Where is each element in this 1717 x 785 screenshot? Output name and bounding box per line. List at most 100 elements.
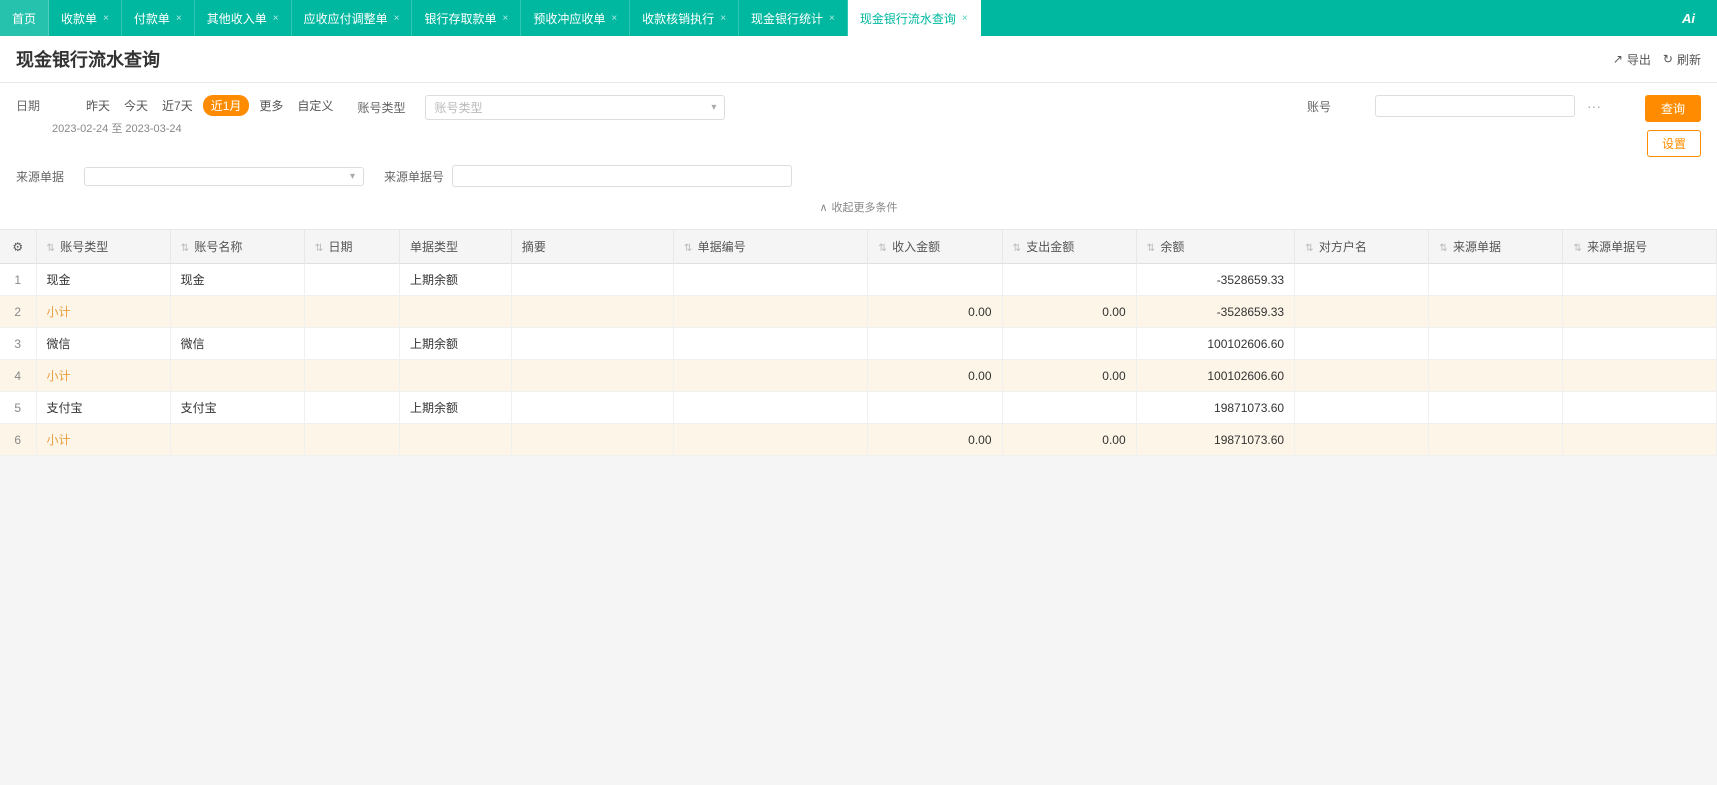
row-source-doc xyxy=(1429,360,1563,392)
row-date xyxy=(304,296,399,328)
row-doc-no xyxy=(673,296,868,328)
nav-tab-7[interactable]: 现金银行统计 × xyxy=(739,0,848,36)
nav-tab-1-close[interactable]: × xyxy=(176,13,182,24)
nav-tab-5[interactable]: 预收冲应收单 × xyxy=(521,0,630,36)
col-doc-type-label: 单据类型 xyxy=(410,240,458,254)
row-account-type: 小计 xyxy=(36,296,170,328)
sort-icon-3: ⇅ xyxy=(315,243,323,254)
row-expense xyxy=(1002,392,1136,424)
row-income xyxy=(868,392,1002,424)
subtotal-label: 小计 xyxy=(47,305,71,319)
row-num: 5 xyxy=(0,392,36,424)
sort-icon-9: ⇅ xyxy=(1305,243,1313,254)
nav-tab-7-close[interactable]: × xyxy=(829,13,835,24)
nav-tab-3-close[interactable]: × xyxy=(394,13,400,24)
col-balance-label: 余额 xyxy=(1160,240,1184,254)
row-account-type: 支付宝 xyxy=(36,392,170,424)
row-expense: 0.00 xyxy=(1002,360,1136,392)
row-doc-type: 上期余额 xyxy=(399,392,511,424)
nav-tab-1[interactable]: 付款单 × xyxy=(122,0,195,36)
col-source-doc[interactable]: ⇅ 来源单据 xyxy=(1429,230,1563,264)
gear-icon: ⚙ xyxy=(12,240,23,254)
col-gear[interactable]: ⚙ xyxy=(0,230,36,264)
nav-home[interactable]: 首页 xyxy=(0,0,49,36)
settings-button[interactable]: 设置 xyxy=(1647,130,1701,157)
col-date[interactable]: ⇅ 日期 xyxy=(304,230,399,264)
account-dots-icon[interactable]: ··· xyxy=(1587,98,1601,114)
col-summary[interactable]: 摘要 xyxy=(511,230,673,264)
nav-tab-2-close[interactable]: × xyxy=(273,13,279,24)
nav-tab-0[interactable]: 收款单 × xyxy=(49,0,122,36)
date-opt-today[interactable]: 今天 xyxy=(120,96,152,115)
nav-tab-8-close[interactable]: × xyxy=(962,13,968,24)
col-counterpart[interactable]: ⇅ 对方户名 xyxy=(1295,230,1429,264)
nav-tab-2[interactable]: 其他收入单 × xyxy=(195,0,292,36)
row-account-name: 微信 xyxy=(170,328,304,360)
account-input[interactable] xyxy=(1375,95,1575,117)
row-expense: 0.00 xyxy=(1002,424,1136,456)
col-doc-no[interactable]: ⇅ 单据编号 xyxy=(673,230,868,264)
col-source-doc-no-label: 来源单据号 xyxy=(1587,240,1647,254)
ai-badge[interactable]: Ai xyxy=(1672,9,1705,28)
row-balance: 100102606.60 xyxy=(1136,328,1294,360)
row-summary xyxy=(511,264,673,296)
row-doc-no xyxy=(673,328,868,360)
export-button[interactable]: ↗ 导出 xyxy=(1613,51,1651,68)
account-type-cell: 现金 xyxy=(47,273,71,287)
nav-tab-6[interactable]: 收款核销执行 × xyxy=(630,0,739,36)
collapse-bar[interactable]: ∧ 收起更多条件 xyxy=(16,193,1701,217)
col-doc-type[interactable]: 单据类型 xyxy=(399,230,511,264)
nav-tab-7-label: 现金银行统计 xyxy=(751,10,823,27)
subtotal-label: 小计 xyxy=(47,433,71,447)
account-type-select[interactable]: 账号类型 ▾ xyxy=(425,95,725,120)
col-source-doc-no[interactable]: ⇅ 来源单据号 xyxy=(1563,230,1717,264)
row-date xyxy=(304,360,399,392)
row-num: 4 xyxy=(0,360,36,392)
refresh-button[interactable]: ↻ 刷新 xyxy=(1663,51,1701,68)
source-doc-select[interactable]: ▾ xyxy=(84,167,364,186)
row-doc-type: 上期余额 xyxy=(399,264,511,296)
nav-tab-8-label: 现金银行流水查询 xyxy=(860,10,956,27)
query-button[interactable]: 查询 xyxy=(1645,95,1701,122)
row-source-doc-no xyxy=(1563,328,1717,360)
refresh-icon: ↻ xyxy=(1663,52,1673,66)
date-opt-7days[interactable]: 近7天 xyxy=(158,96,197,115)
date-opt-custom[interactable]: 自定义 xyxy=(293,96,337,115)
nav-tab-3[interactable]: 应收应付调整单 × xyxy=(292,0,413,36)
col-balance[interactable]: ⇅ 余额 xyxy=(1136,230,1294,264)
col-income[interactable]: ⇅ 收入金额 xyxy=(868,230,1002,264)
col-expense[interactable]: ⇅ 支出金额 xyxy=(1002,230,1136,264)
row-balance: 19871073.60 xyxy=(1136,392,1294,424)
row-doc-type xyxy=(399,360,511,392)
date-range: 2023-02-24 至 2023-03-24 xyxy=(52,123,182,135)
row-account-name: 支付宝 xyxy=(170,392,304,424)
nav-tab-0-close[interactable]: × xyxy=(103,13,109,24)
col-date-label: 日期 xyxy=(328,240,352,254)
col-counterpart-label: 对方户名 xyxy=(1319,240,1367,254)
nav-tab-6-close[interactable]: × xyxy=(720,13,726,24)
nav-tab-5-close[interactable]: × xyxy=(611,13,617,24)
col-account-type[interactable]: ⇅ 账号类型 xyxy=(36,230,170,264)
nav-tab-8[interactable]: 现金银行流水查询 × xyxy=(848,0,981,36)
row-account-name xyxy=(170,296,304,328)
nav-tab-6-label: 收款核销执行 xyxy=(642,10,714,27)
col-account-name[interactable]: ⇅ 账号名称 xyxy=(170,230,304,264)
row-income xyxy=(868,328,1002,360)
row-account-name xyxy=(170,424,304,456)
row-expense xyxy=(1002,264,1136,296)
nav-tab-4[interactable]: 银行存取款单 × xyxy=(412,0,521,36)
date-opt-1month[interactable]: 近1月 xyxy=(203,95,250,116)
nav-tab-4-close[interactable]: × xyxy=(502,13,508,24)
refresh-label: 刷新 xyxy=(1677,51,1701,68)
date-opt-yesterday[interactable]: 昨天 xyxy=(82,96,114,115)
source-doc-no-input[interactable] xyxy=(452,165,792,187)
row-balance: -3528659.33 xyxy=(1136,264,1294,296)
nav-tab-4-label: 银行存取款单 xyxy=(424,10,496,27)
row-source-doc-no xyxy=(1563,360,1717,392)
row-doc-type xyxy=(399,424,511,456)
date-options: 昨天 今天 近7天 近1月 更多 自定义 xyxy=(82,95,337,116)
date-opt-more[interactable]: 更多 xyxy=(255,96,287,115)
sort-icon-10: ⇅ xyxy=(1439,243,1447,254)
row-income: 0.00 xyxy=(868,424,1002,456)
page-header: 现金银行流水查询 ↗ 导出 ↻ 刷新 xyxy=(0,36,1717,83)
